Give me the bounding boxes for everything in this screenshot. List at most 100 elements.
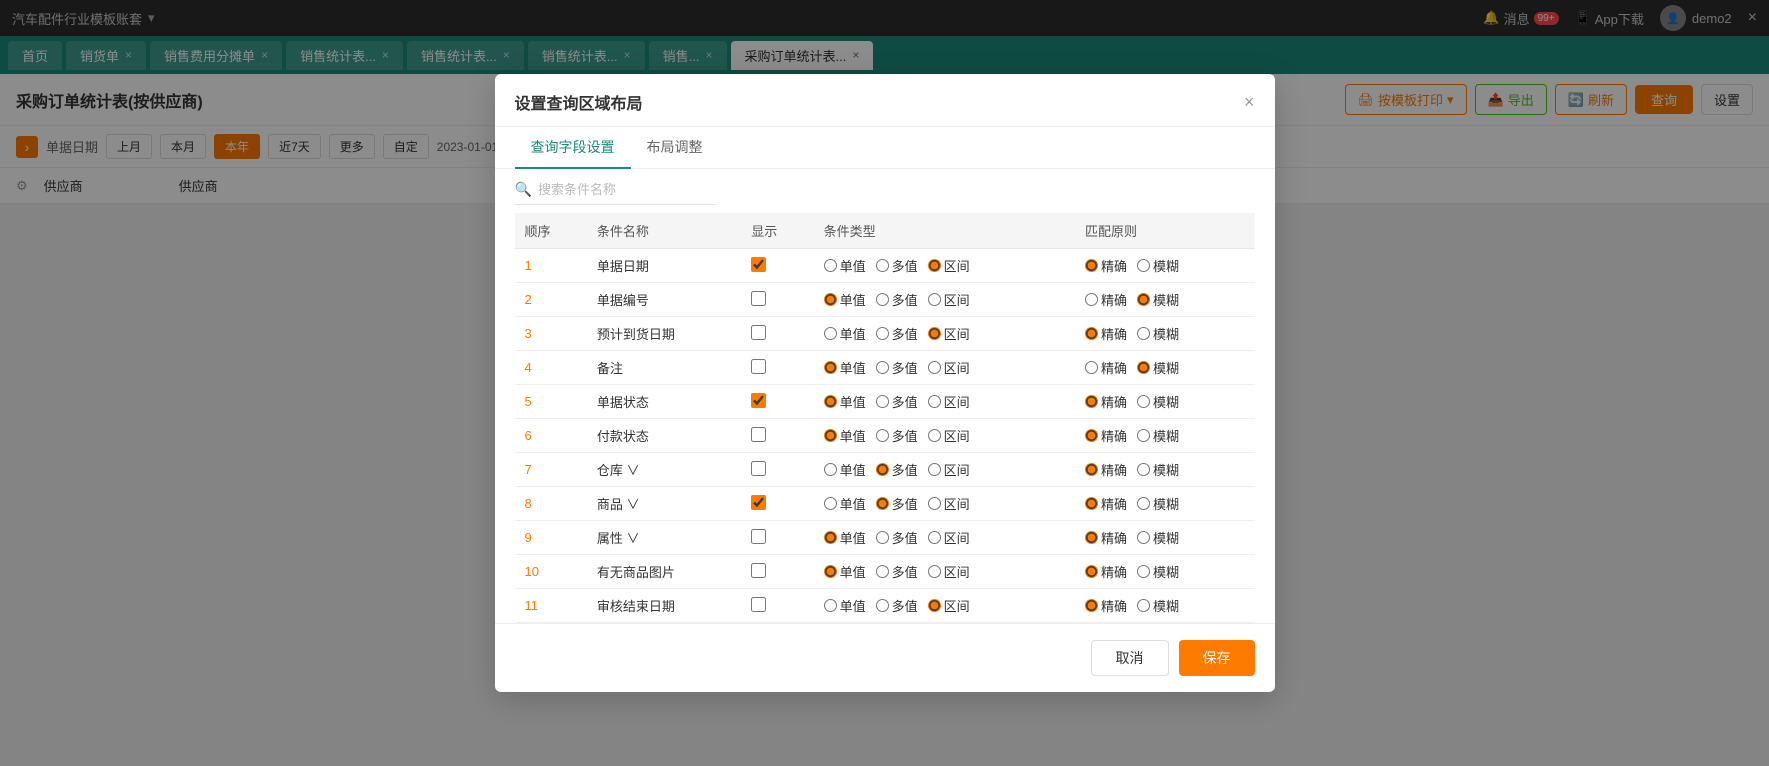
type-radio-多值-10[interactable] (876, 599, 889, 612)
match-radio-精确-7[interactable] (1085, 497, 1098, 510)
type-option-区间-5[interactable]: 区间 (928, 426, 970, 445)
type-option-单值-0[interactable]: 单值 (824, 256, 866, 275)
match-option-模糊-6[interactable]: 模糊 (1137, 460, 1179, 479)
type-radio-多值-1[interactable] (876, 293, 889, 306)
match-option-精确-3[interactable]: 精确 (1085, 358, 1127, 377)
row-checkbox-7[interactable] (751, 495, 766, 510)
match-radio-模糊-6[interactable] (1137, 463, 1150, 476)
type-option-区间-7[interactable]: 区间 (928, 494, 970, 513)
type-option-多值-8[interactable]: 多值 (876, 528, 918, 547)
match-option-精确-1[interactable]: 精确 (1085, 290, 1127, 309)
type-option-区间-10[interactable]: 区间 (928, 596, 970, 615)
match-radio-精确-1[interactable] (1085, 293, 1098, 306)
type-option-多值-2[interactable]: 多值 (876, 324, 918, 343)
row-checkbox-1[interactable] (751, 291, 766, 306)
type-option-单值-5[interactable]: 单值 (824, 426, 866, 445)
type-radio-多值-3[interactable] (876, 361, 889, 374)
match-option-精确-0[interactable]: 精确 (1085, 256, 1127, 275)
type-radio-多值-5[interactable] (876, 429, 889, 442)
type-radio-单值-6[interactable] (824, 463, 837, 476)
row-checkbox-8[interactable] (751, 529, 766, 544)
type-radio-多值-0[interactable] (876, 259, 889, 272)
type-option-区间-6[interactable]: 区间 (928, 460, 970, 479)
match-option-精确-8[interactable]: 精确 (1085, 528, 1127, 547)
type-option-多值-3[interactable]: 多值 (876, 358, 918, 377)
type-radio-区间-4[interactable] (928, 395, 941, 408)
match-radio-精确-8[interactable] (1085, 531, 1098, 544)
type-option-单值-9[interactable]: 单值 (824, 562, 866, 581)
type-option-单值-1[interactable]: 单值 (824, 290, 866, 309)
cancel-button[interactable]: 取消 (1091, 640, 1169, 676)
row-checkbox-4[interactable] (751, 393, 766, 408)
type-option-区间-9[interactable]: 区间 (928, 562, 970, 581)
type-radio-单值-9[interactable] (824, 565, 837, 578)
match-option-精确-4[interactable]: 精确 (1085, 392, 1127, 411)
match-option-模糊-8[interactable]: 模糊 (1137, 528, 1179, 547)
match-radio-模糊-7[interactable] (1137, 497, 1150, 510)
type-option-多值-9[interactable]: 多值 (876, 562, 918, 581)
save-button[interactable]: 保存 (1179, 640, 1255, 676)
modal-tab-layout-adjust[interactable]: 布局调整 (631, 127, 719, 169)
type-radio-单值-7[interactable] (824, 497, 837, 510)
type-radio-多值-4[interactable] (876, 395, 889, 408)
type-radio-区间-5[interactable] (928, 429, 941, 442)
type-option-区间-8[interactable]: 区间 (928, 528, 970, 547)
match-option-精确-10[interactable]: 精确 (1085, 596, 1127, 615)
type-option-区间-2[interactable]: 区间 (928, 324, 970, 343)
type-option-区间-4[interactable]: 区间 (928, 392, 970, 411)
match-radio-模糊-0[interactable] (1137, 259, 1150, 272)
type-radio-区间-7[interactable] (928, 497, 941, 510)
type-option-多值-6[interactable]: 多值 (876, 460, 918, 479)
type-radio-区间-6[interactable] (928, 463, 941, 476)
match-radio-模糊-9[interactable] (1137, 565, 1150, 578)
row-checkbox-5[interactable] (751, 427, 766, 442)
type-option-单值-7[interactable]: 单值 (824, 494, 866, 513)
row-checkbox-0[interactable] (751, 257, 766, 272)
match-option-模糊-2[interactable]: 模糊 (1137, 324, 1179, 343)
type-radio-多值-8[interactable] (876, 531, 889, 544)
type-radio-多值-7[interactable] (876, 497, 889, 510)
type-option-区间-3[interactable]: 区间 (928, 358, 970, 377)
match-option-模糊-0[interactable]: 模糊 (1137, 256, 1179, 275)
row-checkbox-6[interactable] (751, 461, 766, 476)
match-radio-精确-4[interactable] (1085, 395, 1098, 408)
row-checkbox-10[interactable] (751, 597, 766, 612)
row-checkbox-2[interactable] (751, 325, 766, 340)
type-radio-单值-1[interactable] (824, 293, 837, 306)
match-option-模糊-3[interactable]: 模糊 (1137, 358, 1179, 377)
type-radio-区间-9[interactable] (928, 565, 941, 578)
match-option-精确-2[interactable]: 精确 (1085, 324, 1127, 343)
type-option-多值-7[interactable]: 多值 (876, 494, 918, 513)
match-radio-模糊-1[interactable] (1137, 293, 1150, 306)
type-radio-单值-4[interactable] (824, 395, 837, 408)
match-radio-模糊-3[interactable] (1137, 361, 1150, 374)
type-radio-单值-0[interactable] (824, 259, 837, 272)
type-radio-区间-2[interactable] (928, 327, 941, 340)
type-radio-多值-2[interactable] (876, 327, 889, 340)
match-radio-模糊-8[interactable] (1137, 531, 1150, 544)
type-option-多值-5[interactable]: 多值 (876, 426, 918, 445)
match-radio-精确-9[interactable] (1085, 565, 1098, 578)
type-option-多值-1[interactable]: 多值 (876, 290, 918, 309)
match-radio-精确-6[interactable] (1085, 463, 1098, 476)
match-radio-精确-0[interactable] (1085, 259, 1098, 272)
match-radio-模糊-10[interactable] (1137, 599, 1150, 612)
match-option-精确-9[interactable]: 精确 (1085, 562, 1127, 581)
row-checkbox-9[interactable] (751, 563, 766, 578)
type-radio-区间-8[interactable] (928, 531, 941, 544)
match-radio-精确-10[interactable] (1085, 599, 1098, 612)
match-option-精确-7[interactable]: 精确 (1085, 494, 1127, 513)
match-radio-模糊-2[interactable] (1137, 327, 1150, 340)
type-radio-单值-5[interactable] (824, 429, 837, 442)
match-option-模糊-4[interactable]: 模糊 (1137, 392, 1179, 411)
type-radio-区间-1[interactable] (928, 293, 941, 306)
row-checkbox-3[interactable] (751, 359, 766, 374)
type-option-单值-4[interactable]: 单值 (824, 392, 866, 411)
modal-close-button[interactable]: × (1244, 92, 1255, 113)
modal-tab-query-fields[interactable]: 查询字段设置 (515, 127, 631, 169)
match-option-模糊-5[interactable]: 模糊 (1137, 426, 1179, 445)
type-radio-区间-3[interactable] (928, 361, 941, 374)
match-option-模糊-10[interactable]: 模糊 (1137, 596, 1179, 615)
match-option-精确-5[interactable]: 精确 (1085, 426, 1127, 445)
type-radio-多值-9[interactable] (876, 565, 889, 578)
